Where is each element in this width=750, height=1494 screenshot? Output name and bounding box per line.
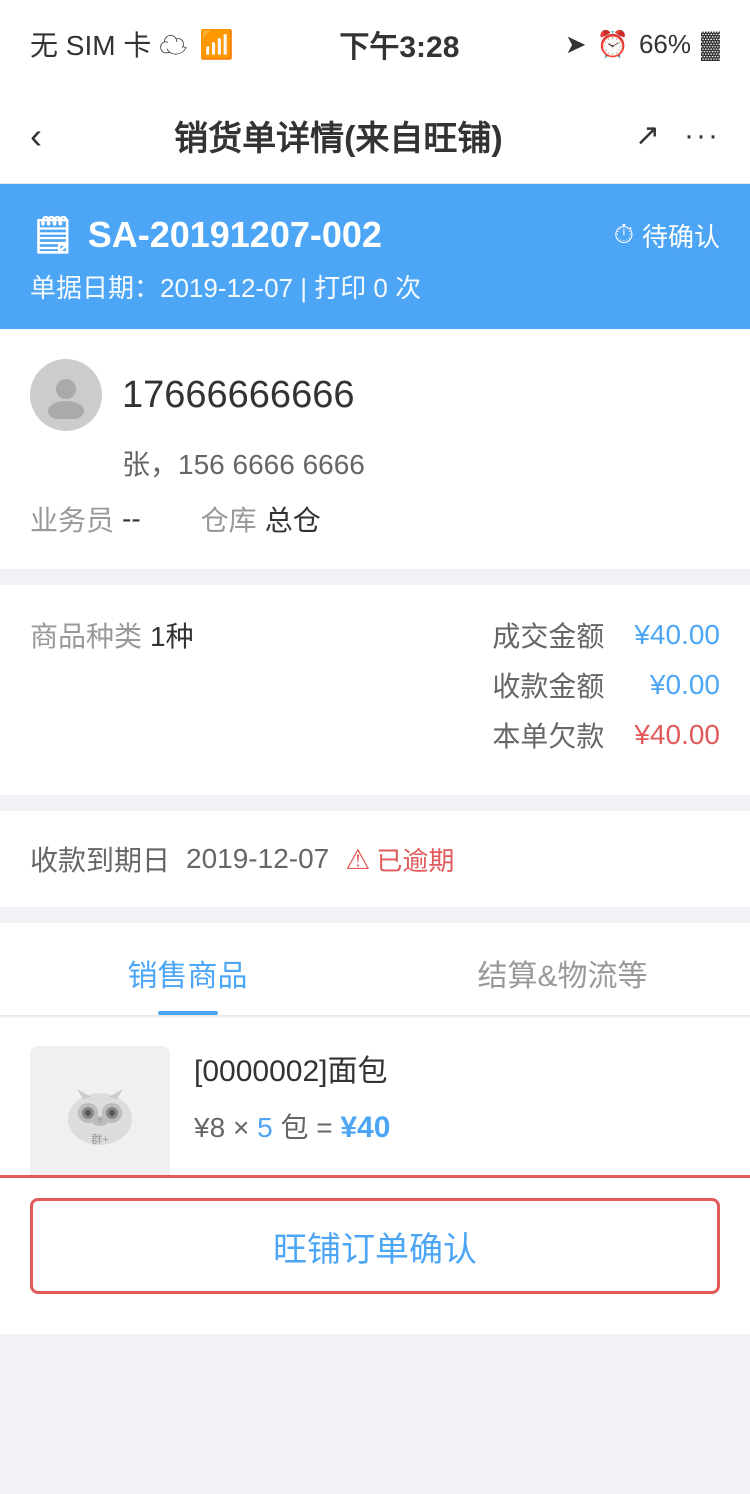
- price-quantity: 5: [257, 1112, 273, 1143]
- warehouse-field: 仓库 总仓: [201, 499, 321, 539]
- amount-row-3: 本单欠款 ¥40.00: [492, 715, 720, 755]
- tab-sales-products[interactable]: 销售商品: [0, 923, 375, 1015]
- order-id-row: 🗒 SA-20191207-002 ⏱ 待确认: [30, 214, 720, 256]
- customer-card: 17666666666 张，156 6666 6666 业务员 -- 仓库 总仓: [0, 329, 750, 569]
- alarm-icon: ⏰: [597, 29, 629, 60]
- category-row: 商品种类 1种: [30, 615, 194, 655]
- product-price-formula: ¥8 × 5 包 = ¥40: [194, 1106, 720, 1146]
- customer-phone: 17666666666: [122, 374, 354, 417]
- order-header-card: 🗒 SA-20191207-002 ⏱ 待确认 单据日期：2019-12-07 …: [0, 184, 750, 329]
- battery-level: 66%: [639, 29, 691, 60]
- svg-text:群+: 群+: [91, 1132, 108, 1146]
- sim-status: 无 SIM 卡 ☁: [30, 24, 187, 64]
- price-per-unit: ¥8: [194, 1112, 225, 1143]
- product-image: 群+: [55, 1081, 145, 1151]
- overdue-badge: ⚠ 已逾期: [345, 841, 454, 878]
- more-button[interactable]: ···: [684, 119, 720, 153]
- due-date-card: 收款到期日 2019-12-07 ⚠ 已逾期: [0, 811, 750, 907]
- product-name: [0000002]面包: [194, 1046, 720, 1090]
- status-left: 无 SIM 卡 ☁ 📶: [30, 24, 234, 64]
- price-total: ¥40: [340, 1111, 390, 1144]
- doc-icon: 🗒: [30, 214, 76, 256]
- price-unit: 包: [280, 1112, 308, 1143]
- received-value: ¥0.00: [650, 669, 720, 701]
- amount-row-2: 收款金额 ¥0.00: [492, 665, 720, 705]
- wifi-icon: 📶: [199, 28, 234, 61]
- clock-icon: ⏱: [614, 219, 634, 251]
- avatar-icon: [42, 371, 90, 419]
- warehouse-value: 总仓: [265, 499, 321, 539]
- amount-label: 成交金额: [492, 615, 604, 655]
- confirm-order-button[interactable]: 旺铺订单确认: [30, 1198, 720, 1294]
- status-time: 下午3:28: [339, 22, 459, 66]
- confirm-btn-wrapper: 旺铺订单确认: [0, 1175, 750, 1334]
- nav-actions: ↗ ···: [635, 118, 720, 153]
- category-value: 1种: [150, 615, 194, 655]
- tabs-bar: 销售商品 结算&物流等: [0, 923, 750, 1016]
- price-multiplier: ×: [233, 1112, 257, 1143]
- amounts-section: 成交金额 ¥40.00 收款金额 ¥0.00 本单欠款 ¥40.00: [492, 615, 720, 765]
- product-thumbnail: 群+: [30, 1046, 170, 1186]
- amount-row-1: 成交金额 ¥40.00: [492, 615, 720, 655]
- warning-icon: ⚠: [345, 843, 370, 876]
- customer-name: 张，156 6666 6666: [30, 443, 720, 483]
- salesperson-label: 业务员: [30, 499, 114, 539]
- avatar: [30, 359, 102, 431]
- category-section: 商品种类 1种: [30, 615, 194, 655]
- back-button[interactable]: ‹: [30, 115, 42, 157]
- product-info: [0000002]面包 ¥8 × 5 包 = ¥40: [194, 1046, 720, 1146]
- customer-top: 17666666666: [30, 359, 720, 431]
- due-date-value: 2019-12-07: [186, 843, 329, 875]
- summary-card: 商品种类 1种 成交金额 ¥40.00 收款金额 ¥0.00 本单欠款 ¥40.…: [0, 585, 750, 795]
- page-title: 销货单详情(来自旺铺): [174, 111, 503, 160]
- warehouse-label: 仓库: [201, 499, 257, 539]
- tab-settlement[interactable]: 结算&物流等: [375, 923, 750, 1015]
- received-label: 收款金额: [492, 665, 604, 705]
- due-date-label: 收款到期日: [30, 839, 170, 879]
- order-date: 单据日期：2019-12-07 | 打印 0 次: [30, 268, 720, 305]
- owed-label: 本单欠款: [492, 715, 604, 755]
- salesperson-field: 业务员 --: [30, 499, 141, 539]
- owed-value: ¥40.00: [634, 719, 720, 751]
- order-id: 🗒 SA-20191207-002: [30, 214, 382, 256]
- customer-meta: 业务员 -- 仓库 总仓: [30, 499, 720, 539]
- status-bar: 无 SIM 卡 ☁ 📶 下午3:28 ➤ ⏰ 66% ▓: [0, 0, 750, 88]
- price-equals: =: [316, 1112, 340, 1143]
- battery-icon: ▓: [701, 29, 720, 60]
- category-label: 商品种类: [30, 615, 142, 655]
- status-right: ➤ ⏰ 66% ▓: [565, 29, 720, 60]
- order-status: ⏱ 待确认: [614, 217, 720, 254]
- location-icon: ➤: [565, 29, 587, 60]
- share-button[interactable]: ↗: [635, 118, 660, 153]
- amount-value: ¥40.00: [634, 619, 720, 651]
- salesperson-value: --: [122, 503, 141, 535]
- nav-bar: ‹ 销货单详情(来自旺铺) ↗ ···: [0, 88, 750, 184]
